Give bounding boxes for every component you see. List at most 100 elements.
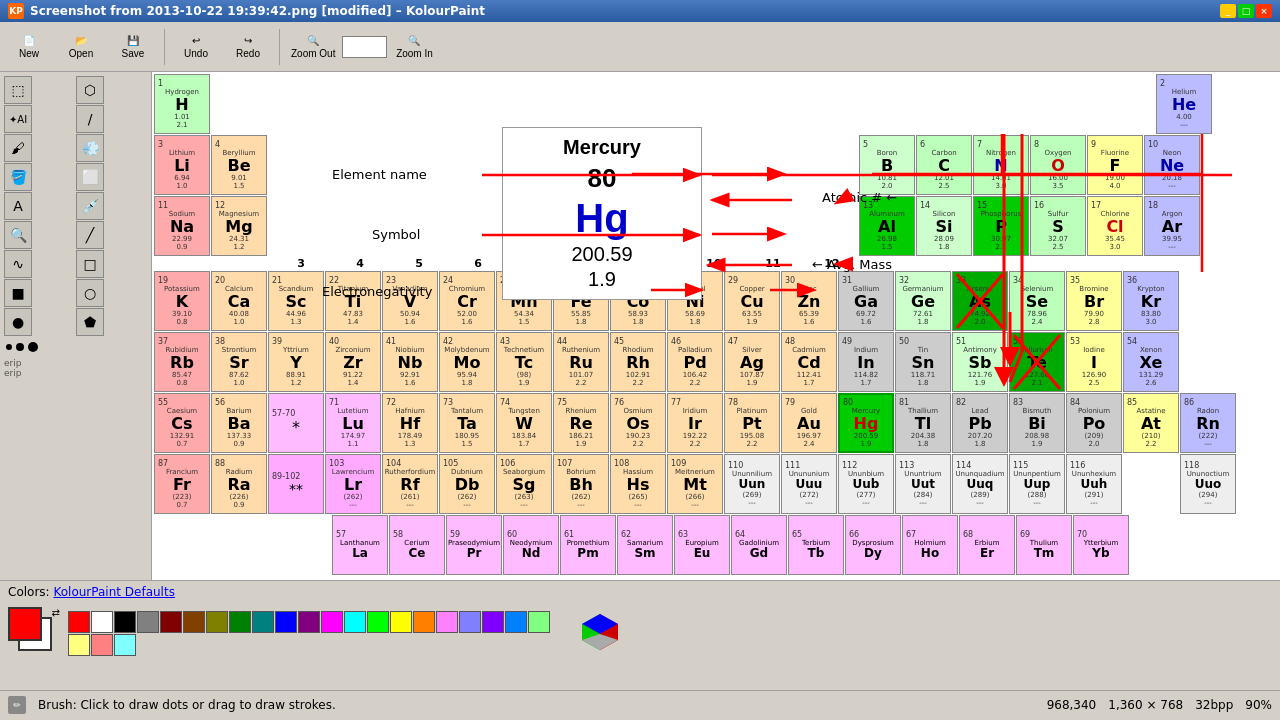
element-Uut[interactable]: 113Ununtrium Uut(284)--- <box>895 454 951 514</box>
element-Yb[interactable]: 70YtterbiumYb <box>1073 515 1129 575</box>
element-W[interactable]: 74Tungsten W183.841.7 <box>496 393 552 453</box>
element-Pr[interactable]: 59PraseodymiumPr <box>446 515 502 575</box>
element-Rf[interactable]: 104Rutherfordium Rf(261)--- <box>382 454 438 514</box>
color-swatch[interactable] <box>91 634 113 656</box>
brush-size-md[interactable] <box>16 343 24 351</box>
brush-size-sm[interactable] <box>6 344 12 350</box>
element-F[interactable]: 9Fluorine F19.004.0 <box>1087 135 1143 195</box>
element-Pb[interactable]: 82Lead Pb207.201.8 <box>952 393 1008 453</box>
save-button[interactable]: 💾 Save <box>108 25 158 69</box>
element-Ga[interactable]: 31Gallium Ga69.721.6 <box>838 271 894 331</box>
element-Be[interactable]: 4Beryllium Be9.011.5 <box>211 135 267 195</box>
element-Fr[interactable]: 87Francium Fr(223)0.7 <box>154 454 210 514</box>
element-Rn[interactable]: 86Radon Rn(222)--- <box>1180 393 1236 453</box>
element-Uuq[interactable]: 114Ununquadium Uuq(289)--- <box>952 454 1008 514</box>
element-P[interactable]: 15Phosphorus P30.972.1 <box>973 196 1029 256</box>
element-Zr[interactable]: 40Zirconium Zr91.221.4 <box>325 332 381 392</box>
window-controls[interactable]: _ □ × <box>1220 4 1272 18</box>
element-Re[interactable]: 75Rhenium Re186.211.9 <box>553 393 609 453</box>
element-Se[interactable]: 34Selenium Se78.962.4 <box>1009 271 1065 331</box>
element-Sn[interactable]: 50Tin Sn118.711.8 <box>895 332 951 392</box>
tool-select-rect[interactable]: ⬚ <box>4 76 32 104</box>
color-swatch[interactable] <box>298 611 320 633</box>
element-Hs[interactable]: 108Hassium Hs(265)--- <box>610 454 666 514</box>
element-Sr[interactable]: 38Strontium Sr87.621.0 <box>211 332 267 392</box>
color-swatch[interactable] <box>413 611 435 633</box>
element-Hg[interactable]: 80Mercury Hg200.591.9 <box>838 393 894 453</box>
element-Dy[interactable]: 66DysprosiumDy <box>845 515 901 575</box>
tool-magnifier[interactable]: 🔍 <box>4 221 32 249</box>
maximize-button[interactable]: □ <box>1238 4 1254 18</box>
element-Ar[interactable]: 18Argon Ar39.95--- <box>1144 196 1200 256</box>
element-La[interactable]: 57LanthanumLa <box>332 515 388 575</box>
element-Li[interactable]: 3Lithium Li6.941.0 <box>154 135 210 195</box>
element-Bi[interactable]: 83Bismuth Bi208.981.9 <box>1009 393 1065 453</box>
element-Tl[interactable]: 81Thallium Tl204.381.8 <box>895 393 951 453</box>
element-Uuh[interactable]: 116Ununhexium Uuh(291)--- <box>1066 454 1122 514</box>
color-swatch[interactable] <box>275 611 297 633</box>
tool-select-free[interactable]: ⬡ <box>76 76 104 104</box>
element-Al[interactable]: 13Aluminum Al26.981.5 <box>859 196 915 256</box>
color-swatch[interactable] <box>68 611 90 633</box>
tool-text[interactable]: A <box>4 192 32 220</box>
element-Si[interactable]: 14Silicon Si28.091.8 <box>916 196 972 256</box>
brush-size-lg[interactable] <box>28 342 38 352</box>
element-Os[interactable]: 76Osmium Os190.232.2 <box>610 393 666 453</box>
element-lanthanide-placeholder[interactable]: 57-70 * <box>268 393 324 453</box>
color-swatch[interactable] <box>91 611 113 633</box>
minimize-button[interactable]: _ <box>1220 4 1236 18</box>
color-swatch[interactable] <box>68 634 90 656</box>
element-Ti[interactable]: 22Titanium Ti47.831.4 <box>325 271 381 331</box>
color-swatch[interactable] <box>183 611 205 633</box>
element-Br[interactable]: 35Bromine Br79.902.8 <box>1066 271 1122 331</box>
element-C[interactable]: 6Carbon C12.012.5 <box>916 135 972 195</box>
element-Nd[interactable]: 60NeodymiumNd <box>503 515 559 575</box>
color-swatch[interactable] <box>114 634 136 656</box>
element-Sm[interactable]: 62SamariumSm <box>617 515 673 575</box>
zoom-level-input[interactable]: 90% <box>342 36 387 58</box>
element-Lr[interactable]: 103Lawrencium Lr(262)--- <box>325 454 381 514</box>
color-swatch[interactable] <box>459 611 481 633</box>
element-Tm[interactable]: 69ThuliumTm <box>1016 515 1072 575</box>
element-Po[interactable]: 84Polonium Po(209)2.0 <box>1066 393 1122 453</box>
color-swatch[interactable] <box>206 611 228 633</box>
element-Cs[interactable]: 55Caesium Cs132.910.7 <box>154 393 210 453</box>
color-swatch[interactable] <box>390 611 412 633</box>
element-Zn[interactable]: 30Zinc Zn65.391.6 <box>781 271 837 331</box>
element-Tb[interactable]: 65TerbiumTb <box>788 515 844 575</box>
color-swatch[interactable] <box>321 611 343 633</box>
tool-rect-outline[interactable]: □ <box>76 250 104 278</box>
element-Ra[interactable]: 88Radium Ra(226)0.9 <box>211 454 267 514</box>
color-swatch[interactable] <box>114 611 136 633</box>
tool-ellipse-fill[interactable]: ● <box>4 308 32 336</box>
element-Uuo[interactable]: 118Ununoctium Uuo(294)--- <box>1180 454 1236 514</box>
element-B[interactable]: 5Boron B10.812.0 <box>859 135 915 195</box>
element-Bh[interactable]: 107Bohrium Bh(262)--- <box>553 454 609 514</box>
element-Ge[interactable]: 32Germanium Ge72.611.8 <box>895 271 951 331</box>
tool-polygon[interactable]: ⬟ <box>76 308 104 336</box>
element-Cu[interactable]: 29Copper Cu63.551.9 <box>724 271 780 331</box>
element-actinide-placeholder[interactable]: 89-102 ** <box>268 454 324 514</box>
color-swatch[interactable] <box>482 611 504 633</box>
element-Kr[interactable]: 36Krypton Kr83.803.0 <box>1123 271 1179 331</box>
tool-airbrush[interactable]: 💨 <box>76 134 104 162</box>
tool-rect-fill[interactable]: ■ <box>4 279 32 307</box>
element-Ne[interactable]: 10Neon Ne20.18--- <box>1144 135 1200 195</box>
element-Cl[interactable]: 17Chlorine Cl35.453.0 <box>1087 196 1143 256</box>
element-Uun[interactable]: 110Ununnilium Uun(269)--- <box>724 454 780 514</box>
color-swatch[interactable] <box>367 611 389 633</box>
element-Xe[interactable]: 54Xenon Xe131.292.6 <box>1123 332 1179 392</box>
element-Ba[interactable]: 56Barium Ba137.330.9 <box>211 393 267 453</box>
element-Nb[interactable]: 41Niobium Nb92.911.6 <box>382 332 438 392</box>
element-He[interactable]: 2 Helium He 4.00 --- <box>1156 74 1212 134</box>
element-H[interactable]: 1 Hydrogen H 1.01 2.1 <box>154 74 210 134</box>
tool-curve[interactable]: ∿ <box>4 250 32 278</box>
foreground-color[interactable] <box>8 607 42 641</box>
element-Er[interactable]: 68ErbiumEr <box>959 515 1015 575</box>
element-Rh[interactable]: 45Rhodium Rh102.912.2 <box>610 332 666 392</box>
close-button[interactable]: × <box>1256 4 1272 18</box>
tool-fill[interactable]: 🪣 <box>4 163 32 191</box>
tool-eyedropper[interactable]: 💉 <box>76 192 104 220</box>
element-Ta[interactable]: 73Tantalum Ta180.951.5 <box>439 393 495 453</box>
element-Ce[interactable]: 58CeriumCe <box>389 515 445 575</box>
